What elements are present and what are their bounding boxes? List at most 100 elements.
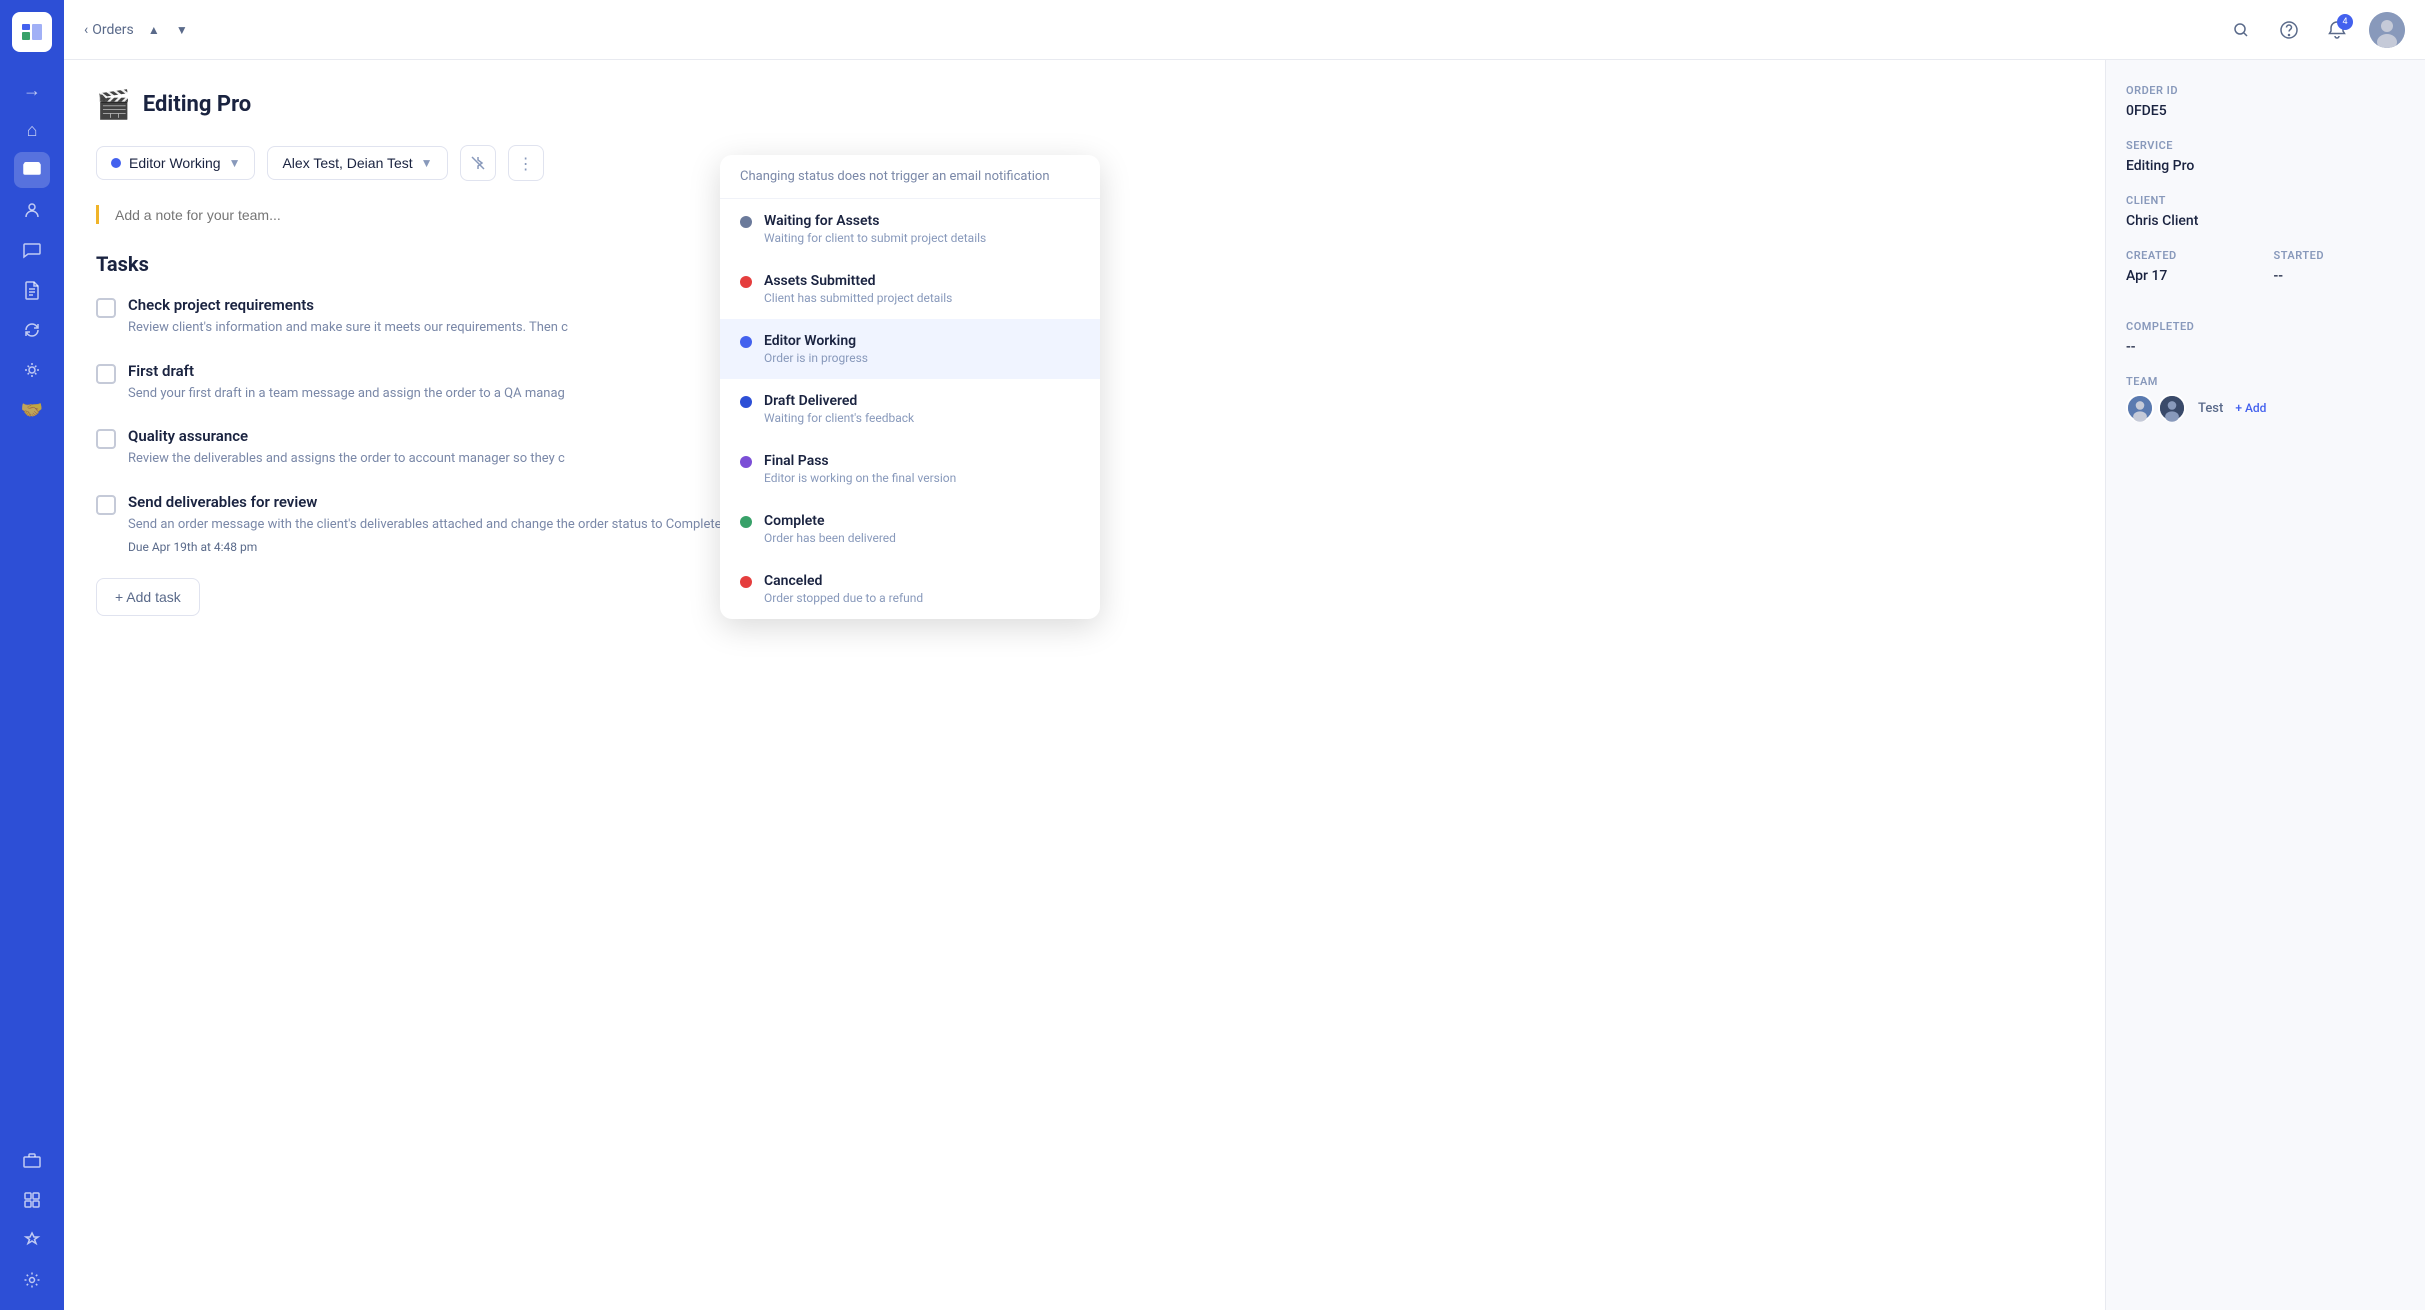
client-value: Chris Client — [2126, 213, 2405, 229]
status-option-assets-submitted[interactable]: Assets Submitted Client has submitted pr… — [720, 259, 1100, 319]
dropdown-item-title: Complete — [764, 513, 1080, 529]
content-area: 🎬 Editing Pro Editor Working ▼ Alex Test… — [64, 60, 2425, 1310]
status-option-waiting-for-assets[interactable]: Waiting for Assets Waiting for client to… — [720, 199, 1100, 259]
dropdown-item-title: Waiting for Assets — [764, 213, 1080, 229]
user-avatar[interactable] — [2369, 12, 2405, 48]
task-checkbox[interactable] — [96, 495, 116, 515]
dropdown-item-desc: Waiting for client to submit project det… — [764, 231, 1080, 245]
team-member-1-avatar[interactable] — [2126, 394, 2154, 422]
sidebar-item-navigate[interactable]: → — [14, 72, 50, 108]
sidebar-item-briefcase[interactable] — [14, 1142, 50, 1178]
sidebar-item-integrations[interactable] — [14, 352, 50, 388]
task-checkbox[interactable] — [96, 364, 116, 384]
status-option-complete[interactable]: Complete Order has been delivered — [720, 499, 1100, 559]
started-value: -- — [2274, 268, 2406, 284]
dropdown-item-content: Editor Working Order is in progress — [764, 333, 1080, 365]
status-option-final-pass[interactable]: Final Pass Editor is working on the fina… — [720, 439, 1100, 499]
sidebar-item-home[interactable]: ⌂ — [14, 112, 50, 148]
created-label: Created — [2126, 249, 2258, 262]
app-logo[interactable] — [12, 12, 52, 52]
more-options-button[interactable]: ⋮ — [508, 145, 544, 181]
sidebar-item-plugin[interactable] — [14, 1222, 50, 1258]
dropdown-item-content: Assets Submitted Client has submitted pr… — [764, 273, 1080, 305]
sidebar-item-inbox[interactable] — [14, 152, 50, 188]
sidebar-item-users[interactable] — [14, 192, 50, 228]
task-due: Due Apr 19th at 4:48 pm — [128, 540, 2073, 554]
task-title: Check project requirements — [128, 296, 2073, 314]
dropdown-item-content: Complete Order has been delivered — [764, 513, 1080, 545]
dropdown-item-desc: Editor is working on the final version — [764, 471, 1080, 485]
status-option-dot — [740, 576, 752, 588]
status-option-canceled[interactable]: Canceled Order stopped due to a refund — [720, 559, 1100, 619]
started-label: Started — [2274, 249, 2406, 262]
status-option-dot — [740, 216, 752, 228]
dropdown-note: Changing status does not trigger an emai… — [720, 155, 1100, 199]
task-title: Quality assurance — [128, 427, 2073, 445]
completed-value: -- — [2126, 339, 2258, 355]
created-value: Apr 17 — [2126, 268, 2258, 284]
sidebar: → ⌂ 🤝 — [0, 0, 64, 1310]
dropdown-item-desc: Client has submitted project details — [764, 291, 1080, 305]
client-label: Client — [2126, 194, 2405, 207]
sidebar-item-handshake[interactable]: 🤝 — [14, 392, 50, 428]
search-button[interactable] — [2225, 14, 2257, 46]
status-label: Editor Working — [129, 155, 221, 171]
dropdown-item-content: Canceled Order stopped due to a refund — [764, 573, 1080, 605]
right-panel: ORDER ID 0FDE5 Service Editing Pro Clien… — [2105, 60, 2425, 1310]
status-option-dot — [740, 396, 752, 408]
dates-grid: Created Apr 17 Started -- Completed -- — [2126, 249, 2405, 375]
dropdown-item-content: Waiting for Assets Waiting for client to… — [764, 213, 1080, 245]
order-id-label: ORDER ID — [2126, 84, 2405, 97]
help-button[interactable] — [2273, 14, 2305, 46]
sidebar-item-refresh[interactable] — [14, 312, 50, 348]
nav-up-arrow[interactable]: ▲ — [142, 18, 166, 42]
order-id-value: 0FDE5 — [2126, 103, 2405, 119]
status-dot-icon — [111, 158, 121, 168]
status-option-draft-delivered[interactable]: Draft Delivered Waiting for client's fee… — [720, 379, 1100, 439]
nav-down-arrow[interactable]: ▼ — [170, 18, 194, 42]
add-task-button[interactable]: + Add task — [96, 578, 200, 616]
dropdown-item-title: Canceled — [764, 573, 1080, 589]
mute-button[interactable] — [460, 145, 496, 181]
task-checkbox[interactable] — [96, 429, 116, 449]
task-content: First draft Send your first draft in a t… — [128, 362, 2073, 404]
assignee-button[interactable]: Alex Test, Deian Test ▼ — [267, 146, 447, 180]
status-option-dot — [740, 516, 752, 528]
team-add-button[interactable]: + Add — [2235, 401, 2266, 415]
task-content: Check project requirements Review client… — [128, 296, 2073, 338]
status-button[interactable]: Editor Working ▼ — [96, 146, 255, 180]
sidebar-item-list[interactable] — [14, 1182, 50, 1218]
sidebar-item-chat[interactable] — [14, 232, 50, 268]
more-icon: ⋮ — [518, 154, 534, 173]
status-dropdown: Changing status does not trigger an emai… — [720, 155, 1100, 619]
topbar-actions: 4 — [2225, 12, 2405, 48]
main-area: ‹ Orders ▲ ▼ — [64, 0, 2425, 1310]
status-option-editor-working[interactable]: Editor Working Order is in progress — [720, 319, 1100, 379]
task-checkbox[interactable] — [96, 298, 116, 318]
task-desc: Send an order message with the client's … — [128, 515, 2073, 535]
notifications-button[interactable]: 4 — [2321, 14, 2353, 46]
topbar-nav: ‹ Orders ▲ ▼ — [84, 18, 2225, 42]
completed-label: Completed — [2126, 320, 2258, 333]
task-title: Send deliverables for review — [128, 493, 2073, 511]
dropdown-item-title: Assets Submitted — [764, 273, 1080, 289]
team-member-2-avatar[interactable] — [2158, 394, 2186, 422]
team-label: TEAM — [2126, 375, 2405, 388]
sidebar-item-docs[interactable] — [14, 272, 50, 308]
sidebar-item-settings[interactable] — [14, 1262, 50, 1298]
dropdown-item-desc: Order stopped due to a refund — [764, 591, 1080, 605]
task-content: Quality assurance Review the deliverable… — [128, 427, 2073, 469]
dropdown-item-content: Draft Delivered Waiting for client's fee… — [764, 393, 1080, 425]
dropdown-item-desc: Order is in progress — [764, 351, 1080, 365]
team-test-label: Test — [2198, 401, 2223, 416]
back-label: Orders — [92, 22, 134, 38]
task-desc: Send your first draft in a team message … — [128, 384, 2073, 404]
status-option-dot — [740, 276, 752, 288]
status-chevron-icon: ▼ — [229, 156, 241, 170]
back-button[interactable]: ‹ Orders — [84, 22, 134, 38]
page-header: 🎬 Editing Pro — [96, 88, 2073, 121]
status-option-dot — [740, 456, 752, 468]
assignee-label: Alex Test, Deian Test — [282, 155, 412, 171]
team-avatars: Test + Add — [2126, 394, 2405, 422]
service-label: Service — [2126, 139, 2405, 152]
